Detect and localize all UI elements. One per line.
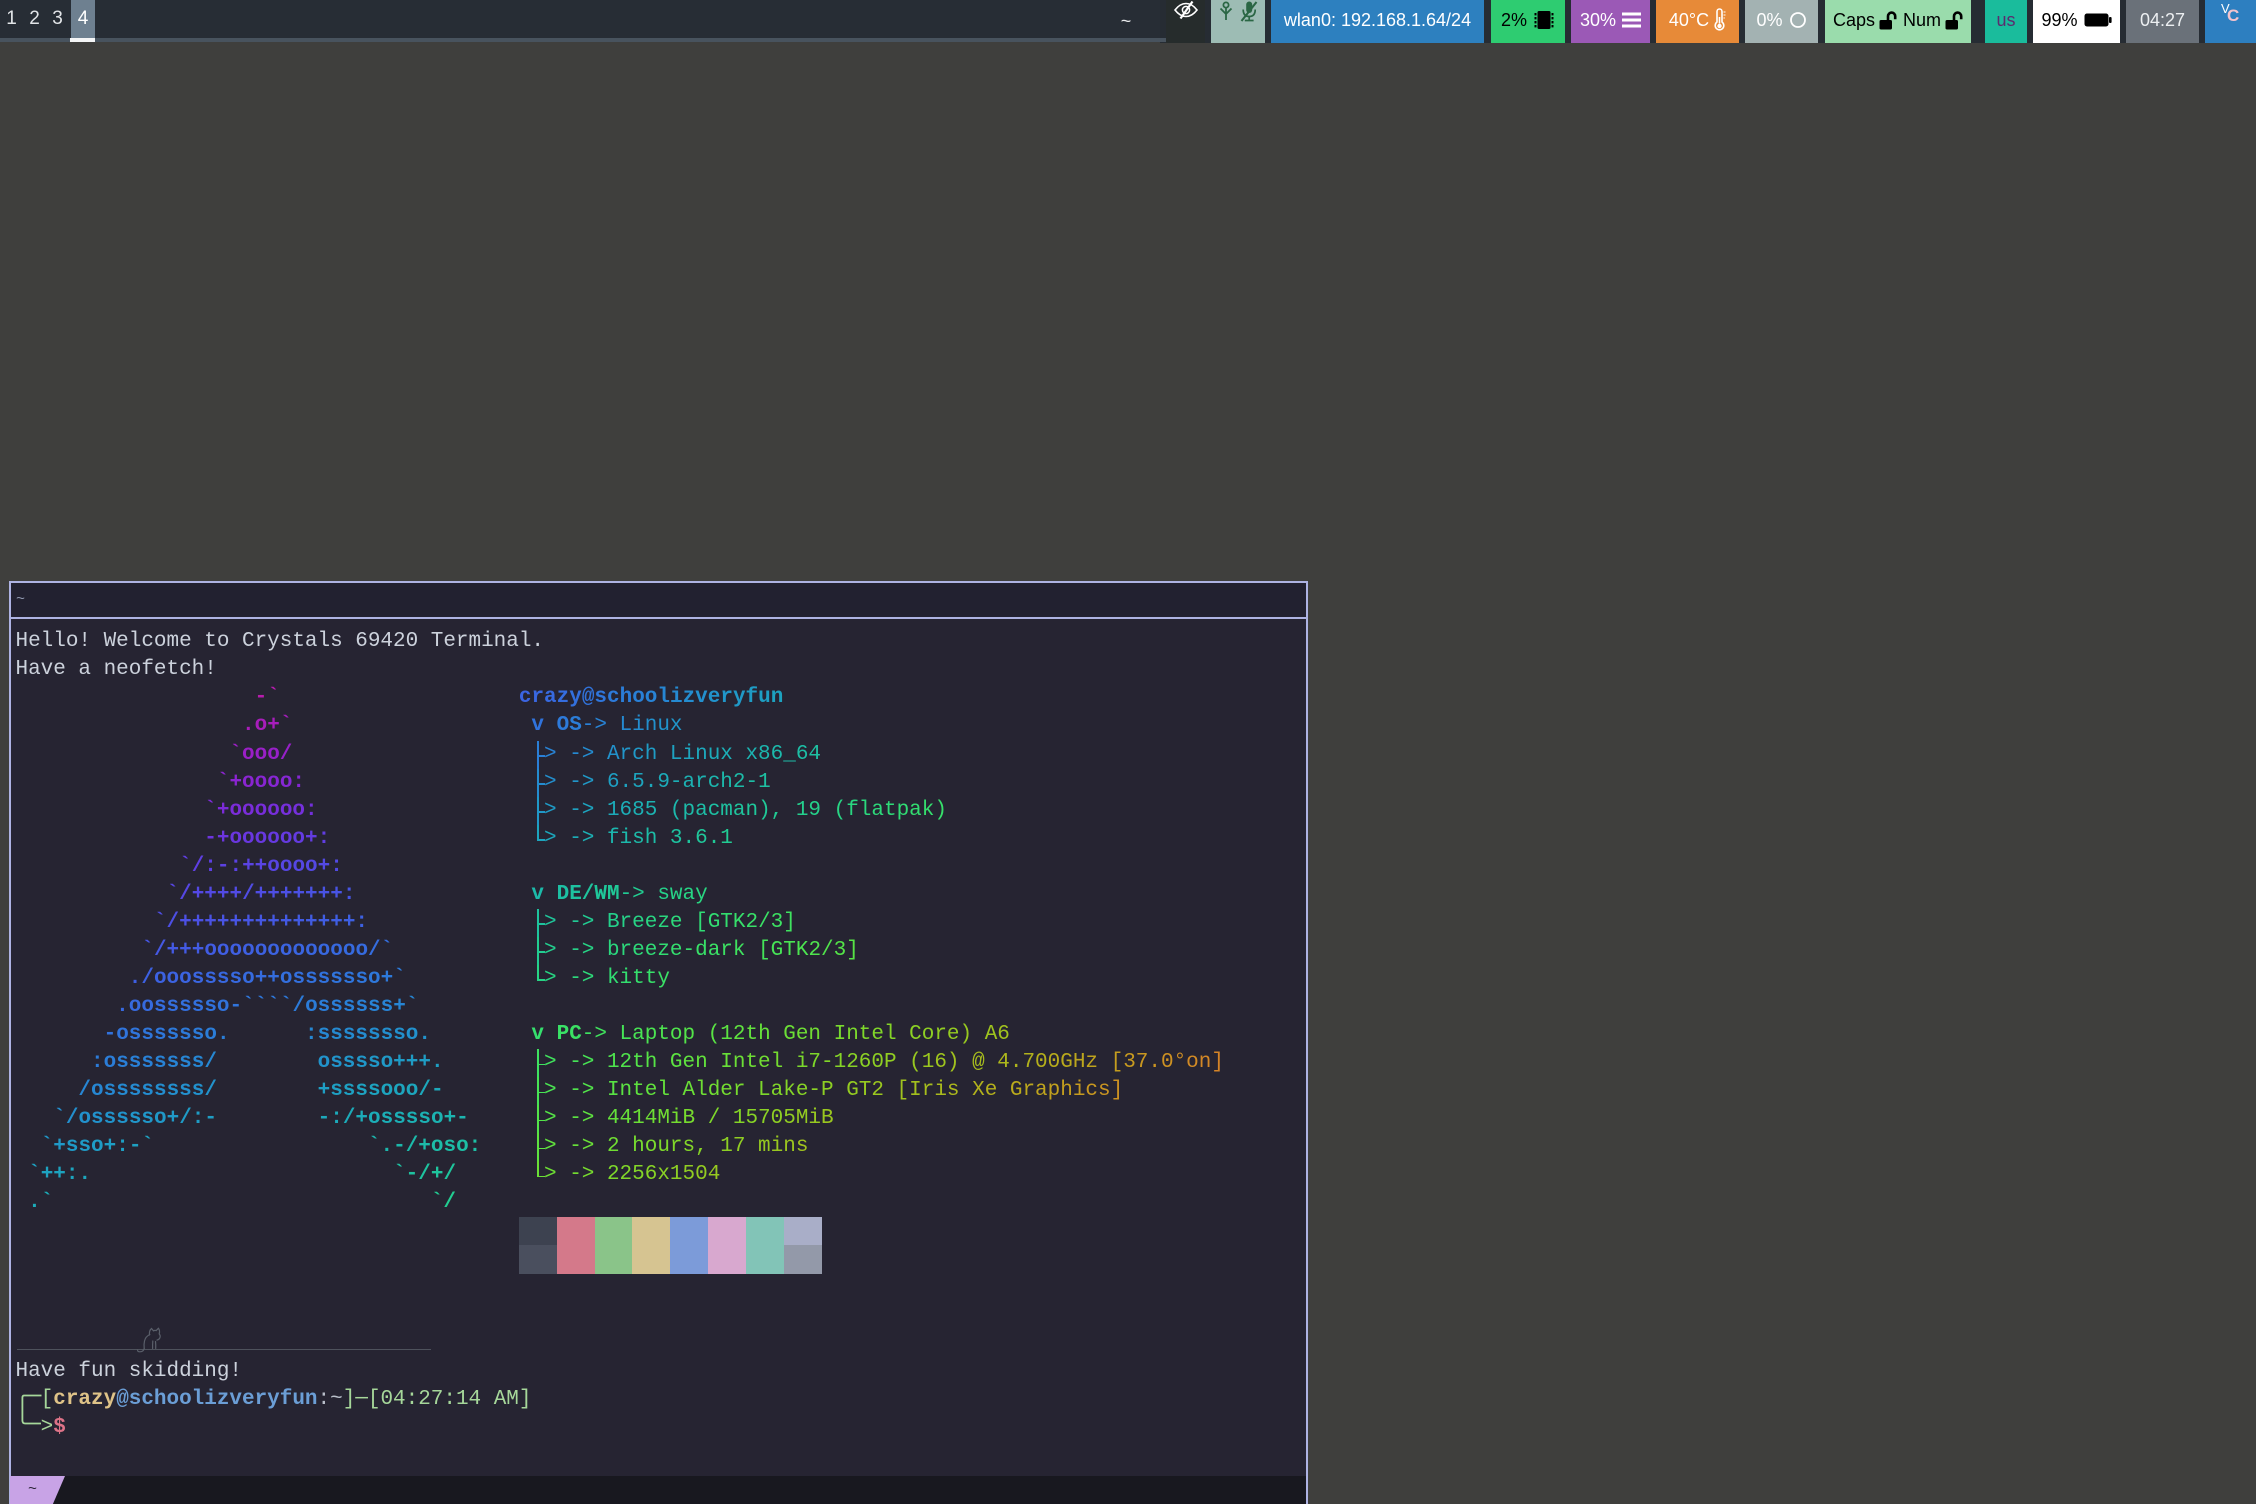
svg-text:C: C: [2227, 6, 2239, 24]
